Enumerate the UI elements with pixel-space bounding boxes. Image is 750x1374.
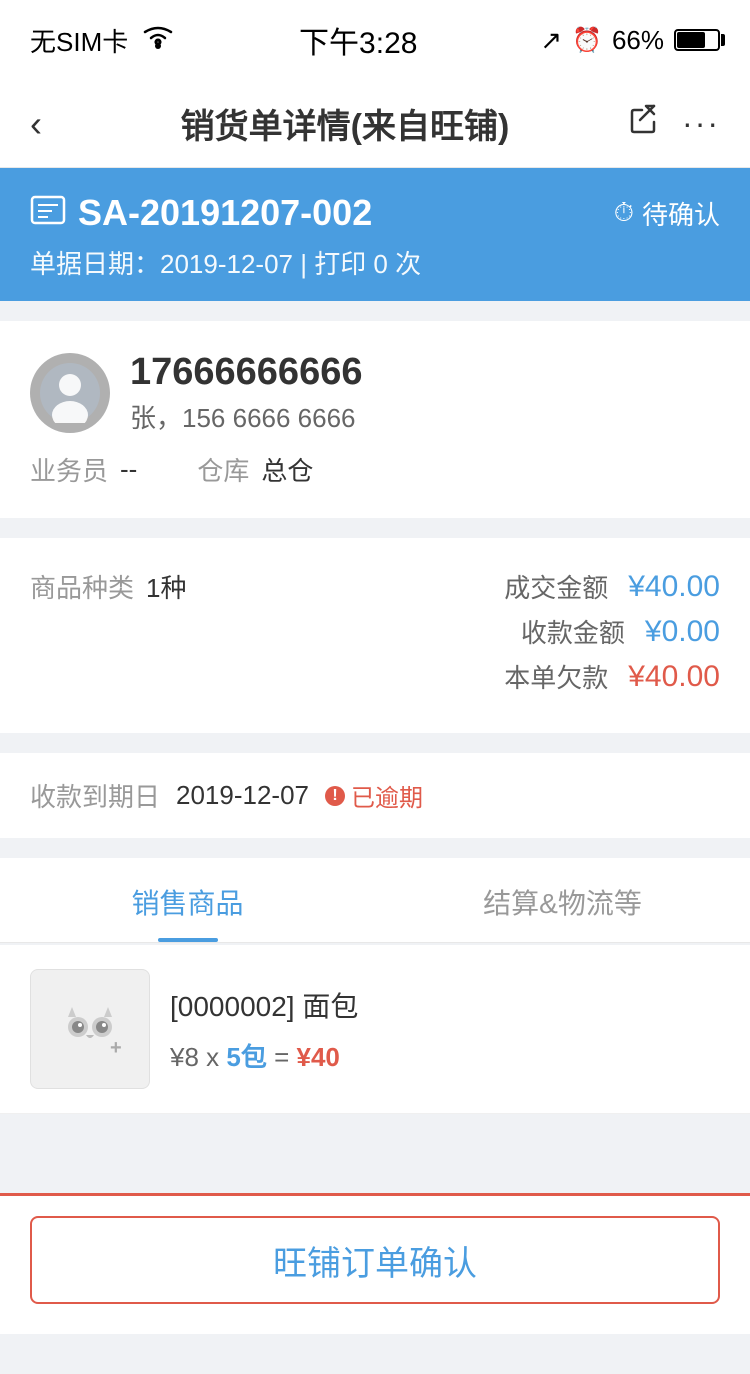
battery-percentage: 66% (612, 25, 664, 56)
wifi-icon (140, 24, 176, 57)
order-number-row: SA-20191207-002 (30, 192, 372, 234)
order-date: 单据日期：2019-12-07 | 打印 0 次 (30, 244, 720, 281)
alarm-icon: ⏰ (572, 26, 602, 55)
customer-name-phone: 张，156 6666 6666 (130, 398, 362, 435)
table-row: + [0000002] 面包 ¥8 x 5包 = ¥40 (0, 945, 750, 1114)
warehouse-label: 仓库 (197, 451, 249, 488)
summary-section: 商品种类 1种 成交金额 ¥40.00 收款金额 ¥0.00 本单欠款 ¥40.… (0, 538, 750, 733)
customer-info: 17666666666 张，156 6666 6666 (130, 351, 362, 435)
customer-meta: 业务员 -- 仓库 总仓 (30, 451, 720, 488)
back-button[interactable]: ‹ (30, 103, 90, 145)
current-time: 下午3:28 (299, 18, 417, 62)
owed-row: 本单欠款 ¥40.00 (504, 658, 720, 695)
tabs-bar: 销售商品 结算&物流等 (0, 858, 750, 943)
warehouse-item: 仓库 总仓 (197, 451, 313, 488)
overdue-dot: ! (325, 786, 345, 806)
avatar (30, 353, 110, 433)
owed-value: ¥40.00 (628, 660, 720, 694)
sales-rep-item: 业务员 -- (30, 451, 137, 488)
overdue-badge: ! 已逾期 (325, 778, 423, 813)
transaction-row: 成交金额 ¥40.00 (504, 568, 720, 605)
product-thumbnail: + (30, 969, 150, 1089)
total-price: ¥40 (297, 1042, 340, 1072)
customer-phone: 17666666666 (130, 351, 362, 394)
share-icon[interactable] (626, 102, 662, 146)
due-label: 收款到期日 (30, 777, 160, 814)
nav-bar: ‹ 销货单详情(来自旺铺) ··· (0, 80, 750, 168)
carrier-label: 无SIM卡 (30, 22, 128, 59)
tab-settlement[interactable]: 结算&物流等 (375, 858, 750, 942)
due-date-section: 收款到期日 2019-12-07 ! 已逾期 (0, 753, 750, 838)
product-details: [0000002] 面包 ¥8 x 5包 = ¥40 (170, 985, 720, 1074)
product-title: 面包 (302, 991, 358, 1022)
equals: = (274, 1042, 296, 1072)
clock-icon: ⏱ (614, 197, 634, 229)
amounts: 成交金额 ¥40.00 收款金额 ¥0.00 本单欠款 ¥40.00 (504, 568, 720, 703)
product-price: ¥8 x 5包 = ¥40 (170, 1037, 720, 1074)
more-icon[interactable]: ··· (682, 105, 720, 142)
battery-bar (674, 29, 720, 51)
status-bar: 无SIM卡 下午3:28 ↗ ⏰ 66% (0, 0, 750, 80)
owed-label: 本单欠款 (504, 658, 608, 695)
order-header: SA-20191207-002 ⏱ 待确认 单据日期：2019-12-07 | … (0, 168, 750, 301)
location-icon: ↗ (540, 25, 562, 56)
category-label: 商品种类 (30, 568, 134, 605)
unit-price: ¥8 x (170, 1042, 226, 1072)
order-number-text: SA-20191207-002 (78, 192, 372, 234)
order-status: ⏱ 待确认 (614, 195, 720, 232)
product-code: [0000002] (170, 991, 295, 1022)
due-date-value: 2019-12-07 (176, 780, 309, 811)
sales-rep-value: -- (120, 454, 137, 485)
warehouse-value: 总仓 (261, 451, 313, 488)
status-text: 待确认 (642, 195, 720, 232)
sales-rep-label: 业务员 (30, 451, 108, 488)
tab-sales[interactable]: 销售商品 (0, 858, 375, 942)
confirm-button-label: 旺铺订单确认 (273, 1236, 477, 1285)
page-title: 销货单详情(来自旺铺) (90, 99, 600, 148)
collected-value: ¥0.00 (645, 615, 720, 649)
order-icon (30, 192, 66, 234)
category-value: 1种 (146, 568, 186, 605)
collected-label: 收款金额 (521, 613, 625, 650)
customer-section: 17666666666 张，156 6666 6666 业务员 -- 仓库 总仓 (0, 321, 750, 518)
product-logo: + (50, 999, 130, 1059)
product-section: + [0000002] 面包 ¥8 x 5包 = ¥40 (0, 945, 750, 1114)
product-name: [0000002] 面包 (170, 985, 720, 1025)
status-left: 无SIM卡 (30, 22, 176, 59)
bottom-action-area: 旺铺订单确认 (0, 1193, 750, 1334)
transaction-label: 成交金额 (504, 568, 608, 605)
transaction-value: ¥40.00 (628, 570, 720, 604)
collected-row: 收款金额 ¥0.00 (504, 613, 720, 650)
overdue-text: 已逾期 (351, 778, 423, 813)
product-category: 商品种类 1种 (30, 568, 186, 605)
status-right: ↗ ⏰ 66% (540, 25, 720, 56)
svg-text:+: + (110, 1037, 122, 1059)
quantity: 5包 (226, 1042, 266, 1072)
confirm-button[interactable]: 旺铺订单确认 (30, 1216, 720, 1304)
nav-actions: ··· (600, 102, 720, 146)
